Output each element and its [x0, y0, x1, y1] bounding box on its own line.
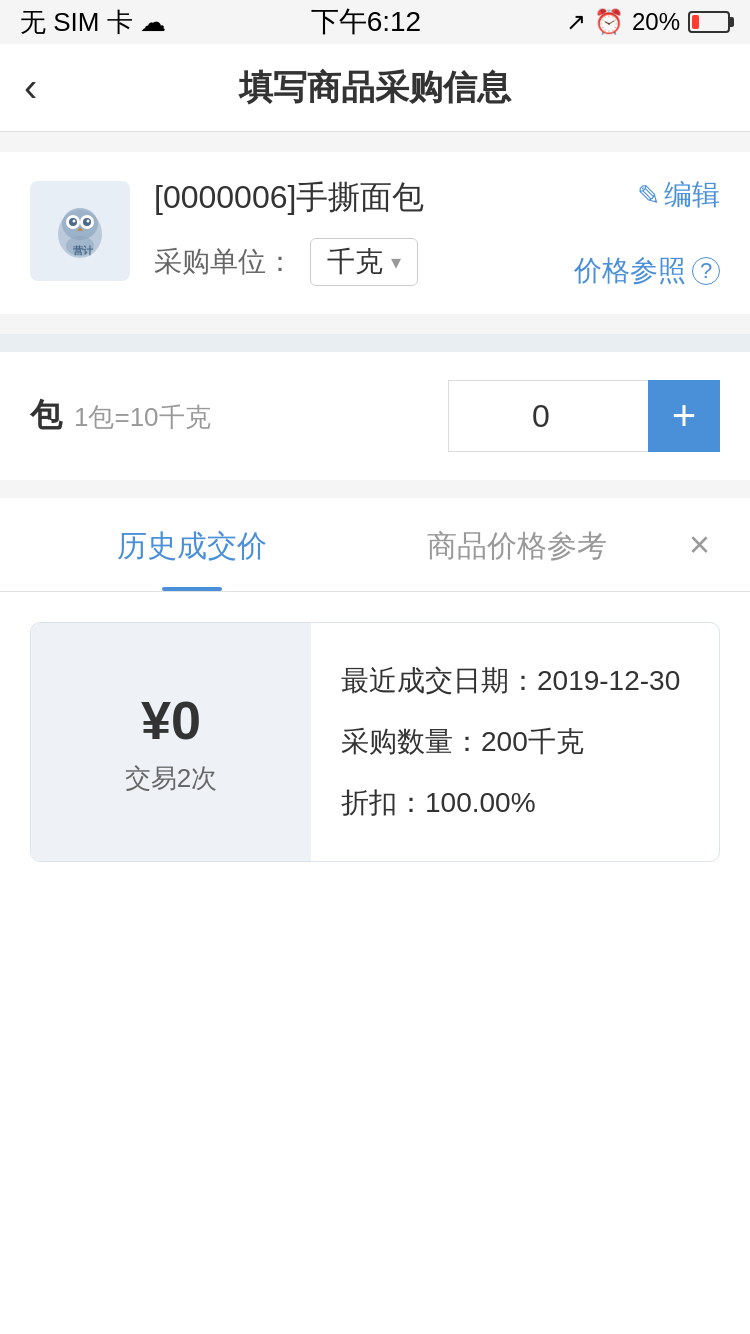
location-icon: ↗ — [566, 8, 586, 36]
page-title: 填写商品采购信息 — [239, 65, 511, 111]
battery-text: 20% — [632, 8, 680, 36]
price-ref-button[interactable]: 价格参照 ? — [574, 252, 720, 290]
tabs-container: 历史成交价 商品价格参考 × ¥0 交易2次 最近成交日期：2019-12-30… — [0, 498, 750, 892]
unit-label: 采购单位： — [154, 243, 294, 281]
product-card: 营计 [0000006]手撕面包 采购单位： 千克 ▾ ✎ 编辑 — [0, 152, 750, 314]
package-unit-label: 包 — [30, 394, 62, 438]
status-time: 下午6:12 — [311, 3, 422, 41]
section-divider — [0, 334, 750, 352]
product-info: [0000006]手撕面包 采购单位： 千克 ▾ — [154, 176, 424, 286]
edit-icon: ✎ — [637, 179, 660, 212]
back-button[interactable]: ‹ — [24, 65, 37, 110]
discount-row: 折扣：100.00% — [341, 781, 689, 826]
purchase-qty-row: 采购数量：200千克 — [341, 720, 689, 765]
recent-date-row: 最近成交日期：2019-12-30 — [341, 659, 689, 704]
status-bar: 无 SIM 卡 ☁ 下午6:12 ↗ ⏰ 20% — [0, 0, 750, 44]
chevron-down-icon: ▾ — [391, 250, 401, 274]
unit-selector[interactable]: 千克 ▾ — [310, 238, 418, 286]
discount-value: 100.00% — [425, 787, 536, 818]
edit-button[interactable]: ✎ 编辑 — [637, 176, 720, 214]
battery-icon — [688, 11, 730, 33]
svg-text:营计: 营计 — [73, 245, 94, 256]
price-card-right: 最近成交日期：2019-12-30 采购数量：200千克 折扣：100.00% — [311, 623, 719, 861]
purchase-qty-value: 200千克 — [481, 726, 584, 757]
status-left: 无 SIM 卡 ☁ — [20, 5, 166, 40]
alarm-icon: ⏰ — [594, 8, 624, 36]
quantity-row: 包 1包=10千克 + — [0, 352, 750, 480]
price-ref-label: 价格参照 — [574, 252, 686, 290]
unit-value: 千克 — [327, 243, 383, 281]
quantity-plus-button[interactable]: + — [648, 380, 720, 452]
svg-point-6 — [73, 220, 76, 223]
tab-history-price[interactable]: 历史成交价 — [30, 498, 354, 591]
product-image: 营计 — [30, 181, 130, 281]
quantity-input[interactable] — [448, 380, 648, 452]
status-right: ↗ ⏰ 20% — [566, 8, 730, 36]
price-card-left: ¥0 交易2次 — [31, 623, 311, 861]
price-amount: ¥0 — [141, 689, 201, 751]
price-trades: 交易2次 — [125, 761, 217, 796]
recent-date-label: 最近成交日期： — [341, 665, 537, 696]
edit-label: 编辑 — [664, 176, 720, 214]
nav-bar: ‹ 填写商品采购信息 — [0, 44, 750, 132]
tab-product-price-ref[interactable]: 商品价格参考 — [354, 498, 678, 591]
conversion-label: 1包=10千克 — [74, 400, 211, 435]
bottom-area — [0, 892, 750, 1334]
history-price-content: ¥0 交易2次 最近成交日期：2019-12-30 采购数量：200千克 折扣：… — [0, 592, 750, 892]
purchase-qty-label: 采购数量： — [341, 726, 481, 757]
price-card: ¥0 交易2次 最近成交日期：2019-12-30 采购数量：200千克 折扣：… — [30, 622, 720, 862]
discount-label: 折扣： — [341, 787, 425, 818]
product-name: [0000006]手撕面包 — [154, 176, 424, 220]
help-icon: ? — [692, 257, 720, 285]
signal-text: 无 SIM 卡 ☁ — [20, 5, 166, 40]
recent-date-value: 2019-12-30 — [537, 665, 680, 696]
svg-point-7 — [87, 220, 90, 223]
tabs-header: 历史成交价 商品价格参考 × — [0, 498, 750, 592]
close-button[interactable]: × — [679, 517, 720, 573]
